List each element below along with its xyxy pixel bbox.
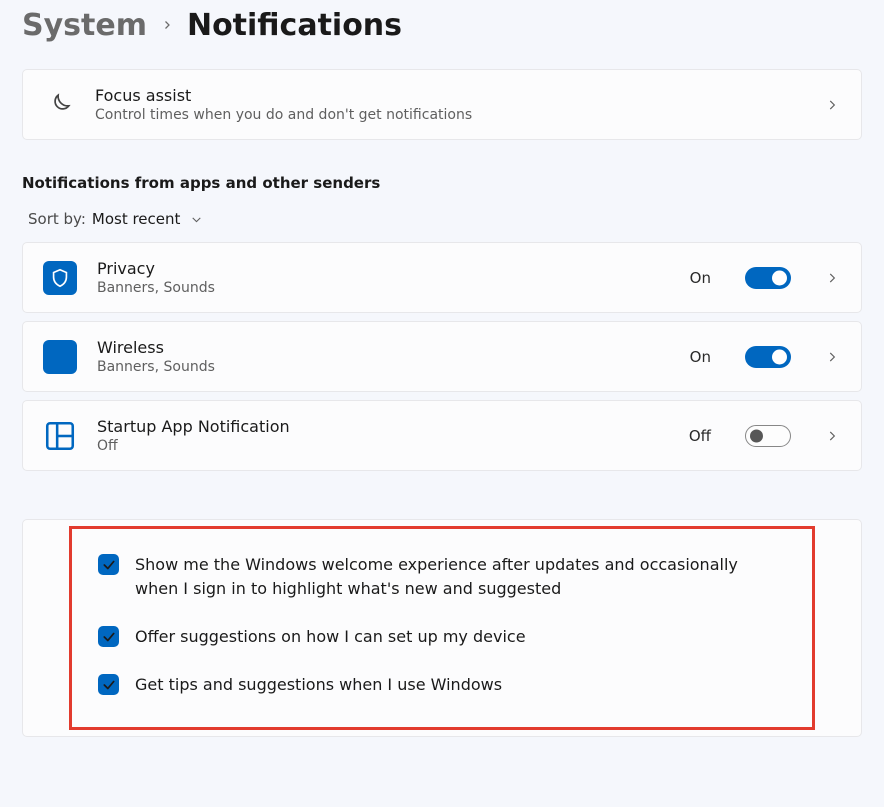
app-sub: Banners, Sounds bbox=[97, 359, 670, 375]
chevron-right-icon bbox=[823, 96, 841, 114]
senders-heading: Notifications from apps and other sender… bbox=[22, 174, 862, 192]
moon-icon bbox=[43, 89, 75, 121]
app-sub: Banners, Sounds bbox=[97, 280, 670, 296]
focus-assist-subtitle: Control times when you do and don't get … bbox=[95, 107, 803, 123]
collage-icon bbox=[43, 419, 77, 453]
checkbox[interactable] bbox=[98, 626, 119, 647]
chevron-right-icon bbox=[161, 15, 173, 36]
chevron-right-icon bbox=[823, 269, 841, 287]
toggle-state-label: Off bbox=[689, 427, 711, 445]
toggle-state-label: On bbox=[690, 348, 711, 366]
focus-assist-row[interactable]: Focus assist Control times when you do a… bbox=[22, 69, 862, 140]
app-name: Startup App Notification bbox=[97, 417, 669, 436]
suggestions-card: Show me the Windows welcome experience a… bbox=[22, 519, 862, 737]
suggestion-check-row: Offer suggestions on how I can set up my… bbox=[90, 613, 794, 661]
app-name: Privacy bbox=[97, 259, 670, 278]
sort-by-dropdown[interactable]: Sort by: Most recent bbox=[22, 206, 862, 242]
chevron-right-icon bbox=[823, 348, 841, 366]
breadcrumb-current: Notifications bbox=[187, 8, 402, 43]
suggestion-check-row: Get tips and suggestions when I use Wind… bbox=[90, 661, 794, 709]
shield-icon bbox=[43, 261, 77, 295]
sort-by-label: Sort by: bbox=[28, 210, 86, 228]
checkbox[interactable] bbox=[98, 554, 119, 575]
toggle-switch[interactable] bbox=[745, 346, 791, 368]
highlight-annotation: Show me the Windows welcome experience a… bbox=[69, 526, 815, 730]
checkbox-label: Offer suggestions on how I can set up my… bbox=[135, 625, 526, 649]
breadcrumb: System Notifications bbox=[22, 0, 862, 53]
focus-assist-title: Focus assist bbox=[95, 86, 803, 105]
suggestion-check-row: Show me the Windows welcome experience a… bbox=[90, 541, 794, 613]
sort-by-value: Most recent bbox=[92, 210, 181, 228]
app-notification-row[interactable]: Startup App Notification Off Off bbox=[22, 400, 862, 471]
checkbox[interactable] bbox=[98, 674, 119, 695]
toggle-state-label: On bbox=[690, 269, 711, 287]
app-sub: Off bbox=[97, 438, 669, 454]
chevron-down-icon bbox=[190, 213, 203, 226]
breadcrumb-parent[interactable]: System bbox=[22, 8, 147, 43]
checkbox-label: Show me the Windows welcome experience a… bbox=[135, 553, 786, 601]
square-icon bbox=[43, 340, 77, 374]
app-notification-row[interactable]: Wireless Banners, Sounds On bbox=[22, 321, 862, 392]
toggle-switch[interactable] bbox=[745, 267, 791, 289]
chevron-right-icon bbox=[823, 427, 841, 445]
app-name: Wireless bbox=[97, 338, 670, 357]
checkbox-label: Get tips and suggestions when I use Wind… bbox=[135, 673, 502, 697]
app-notification-row[interactable]: Privacy Banners, Sounds On bbox=[22, 242, 862, 313]
toggle-switch[interactable] bbox=[745, 425, 791, 447]
